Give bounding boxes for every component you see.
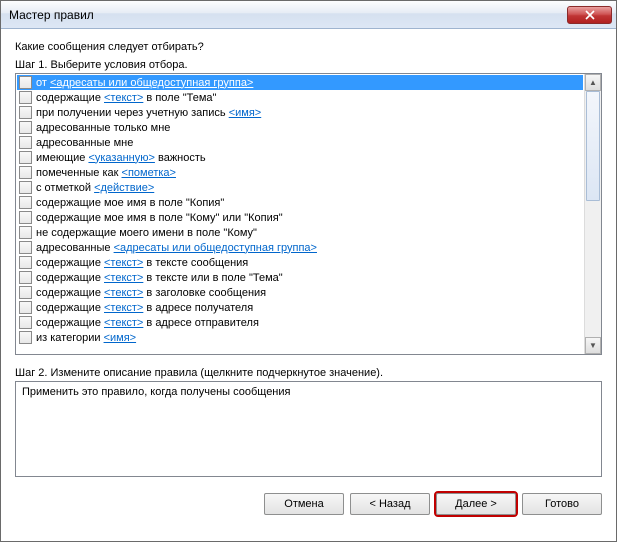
condition-text: содержащие мое имя в поле "Копия": [36, 197, 224, 209]
condition-placeholder-link[interactable]: <пометка>: [122, 167, 176, 179]
condition-checkbox[interactable]: [19, 106, 32, 119]
condition-text: от <адресаты или общедоступная группа>: [36, 77, 253, 89]
condition-checkbox[interactable]: [19, 136, 32, 149]
condition-checkbox[interactable]: [19, 286, 32, 299]
condition-checkbox[interactable]: [19, 331, 32, 344]
condition-placeholder-link[interactable]: <действие>: [94, 182, 154, 194]
condition-checkbox[interactable]: [19, 76, 32, 89]
condition-checkbox[interactable]: [19, 301, 32, 314]
condition-row[interactable]: от <адресаты или общедоступная группа>: [17, 75, 583, 90]
condition-checkbox[interactable]: [19, 226, 32, 239]
condition-row[interactable]: имеющие <указанную> важность: [17, 150, 583, 165]
condition-checkbox[interactable]: [19, 121, 32, 134]
cancel-button[interactable]: Отмена: [264, 493, 344, 515]
condition-checkbox[interactable]: [19, 241, 32, 254]
condition-placeholder-link[interactable]: <имя>: [229, 107, 262, 119]
condition-text: с отметкой <действие>: [36, 182, 154, 194]
conditions-list[interactable]: от <адресаты или общедоступная группа> со…: [16, 74, 584, 354]
condition-text: имеющие <указанную> важность: [36, 152, 206, 164]
condition-placeholder-link[interactable]: <текст>: [104, 317, 143, 329]
condition-checkbox[interactable]: [19, 316, 32, 329]
condition-row[interactable]: адресованные <адресаты или общедоступная…: [17, 240, 583, 255]
condition-text: содержащие <текст> в тексте или в поле "…: [36, 272, 283, 284]
condition-row[interactable]: при получении через учетную запись <имя>: [17, 105, 583, 120]
condition-checkbox[interactable]: [19, 256, 32, 269]
condition-text: помеченные как <пометка>: [36, 167, 176, 179]
back-button[interactable]: < Назад: [350, 493, 430, 515]
condition-placeholder-link[interactable]: <адресаты или общедоступная группа>: [50, 77, 253, 89]
scroll-down-button[interactable]: ▼: [585, 337, 601, 354]
rules-wizard-dialog: Мастер правил Какие сообщения следует от…: [0, 0, 617, 542]
condition-text: содержащие <текст> в адресе получателя: [36, 302, 253, 314]
condition-text: содержащие <текст> в поле "Тема": [36, 92, 216, 104]
condition-checkbox[interactable]: [19, 91, 32, 104]
close-button[interactable]: [567, 6, 612, 24]
prompt-text: Какие сообщения следует отбирать?: [15, 41, 602, 53]
window-title: Мастер правил: [9, 8, 94, 22]
condition-row[interactable]: содержащие <текст> в адресе отправителя: [17, 315, 583, 330]
close-icon: [585, 10, 595, 20]
scroll-up-button[interactable]: ▲: [585, 74, 601, 91]
condition-row[interactable]: содержащие <текст> в адресе получателя: [17, 300, 583, 315]
condition-text: при получении через учетную запись <имя>: [36, 107, 261, 119]
condition-checkbox[interactable]: [19, 181, 32, 194]
finish-button[interactable]: Готово: [522, 493, 602, 515]
condition-text: из категории <имя>: [36, 332, 136, 344]
step2-label: Шаг 2. Измените описание правила (щелкни…: [15, 367, 602, 379]
condition-text: содержащие <текст> в адресе отправителя: [36, 317, 259, 329]
rule-description-text: Применить это правило, когда получены со…: [22, 386, 291, 398]
condition-placeholder-link[interactable]: <имя>: [104, 332, 137, 344]
condition-placeholder-link[interactable]: <текст>: [104, 92, 143, 104]
condition-row[interactable]: содержащие мое имя в поле "Кому" или "Ко…: [17, 210, 583, 225]
condition-text: не содержащие моего имени в поле "Кому": [36, 227, 257, 239]
condition-checkbox[interactable]: [19, 211, 32, 224]
condition-row[interactable]: содержащие <текст> в тексте сообщения: [17, 255, 583, 270]
condition-text: содержащие <текст> в тексте сообщения: [36, 257, 248, 269]
step1-label: Шаг 1. Выберите условия отбора.: [15, 59, 602, 71]
condition-row[interactable]: содержащие <текст> в поле "Тема": [17, 90, 583, 105]
condition-placeholder-link[interactable]: <адресаты или общедоступная группа>: [114, 242, 317, 254]
condition-checkbox[interactable]: [19, 196, 32, 209]
scroll-track[interactable]: [585, 91, 601, 337]
condition-row[interactable]: содержащие <текст> в тексте или в поле "…: [17, 270, 583, 285]
condition-text: адресованные <адресаты или общедоступная…: [36, 242, 317, 254]
next-button[interactable]: Далее >: [436, 493, 516, 515]
condition-placeholder-link[interactable]: <текст>: [104, 257, 143, 269]
condition-row[interactable]: из категории <имя>: [17, 330, 583, 345]
titlebar: Мастер правил: [1, 1, 616, 29]
condition-text: содержащие <текст> в заголовке сообщения: [36, 287, 266, 299]
condition-placeholder-link[interactable]: <текст>: [104, 272, 143, 284]
condition-placeholder-link[interactable]: <указанную>: [88, 152, 154, 164]
conditions-listbox: от <адресаты или общедоступная группа> со…: [15, 73, 602, 355]
scroll-thumb[interactable]: [586, 91, 600, 201]
dialog-content: Какие сообщения следует отбирать? Шаг 1.…: [1, 29, 616, 541]
condition-placeholder-link[interactable]: <текст>: [104, 302, 143, 314]
rule-description-box[interactable]: Применить это правило, когда получены со…: [15, 381, 602, 477]
condition-row[interactable]: помеченные как <пометка>: [17, 165, 583, 180]
condition-row[interactable]: содержащие мое имя в поле "Копия": [17, 195, 583, 210]
condition-checkbox[interactable]: [19, 166, 32, 179]
scrollbar[interactable]: ▲ ▼: [584, 74, 601, 354]
button-row: Отмена < Назад Далее > Готово: [15, 487, 602, 515]
condition-checkbox[interactable]: [19, 271, 32, 284]
condition-row[interactable]: адресованные только мне: [17, 120, 583, 135]
condition-placeholder-link[interactable]: <текст>: [104, 287, 143, 299]
condition-text: адресованные только мне: [36, 122, 170, 134]
condition-row[interactable]: содержащие <текст> в заголовке сообщения: [17, 285, 583, 300]
condition-checkbox[interactable]: [19, 151, 32, 164]
condition-row[interactable]: с отметкой <действие>: [17, 180, 583, 195]
condition-row[interactable]: адресованные мне: [17, 135, 583, 150]
condition-text: адресованные мне: [36, 137, 133, 149]
condition-text: содержащие мое имя в поле "Кому" или "Ко…: [36, 212, 283, 224]
condition-row[interactable]: не содержащие моего имени в поле "Кому": [17, 225, 583, 240]
